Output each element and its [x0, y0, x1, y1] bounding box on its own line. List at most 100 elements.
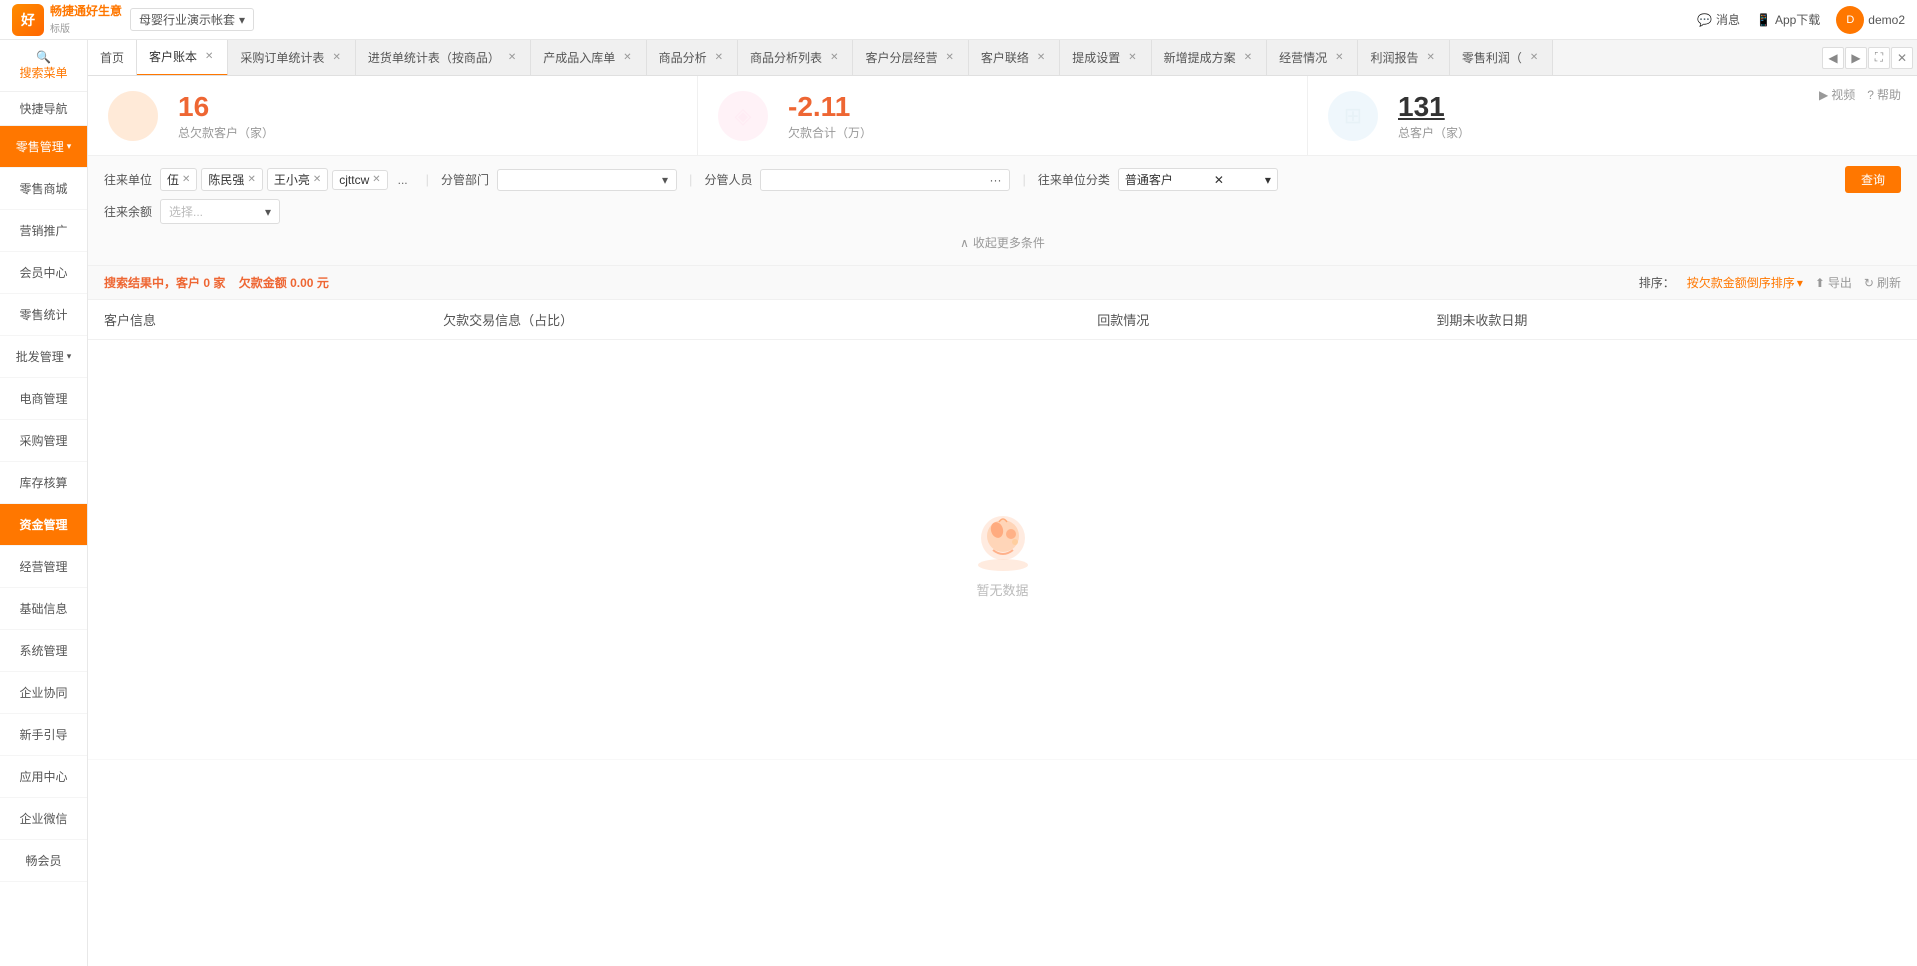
tab-customer-layer[interactable]: 客户分层经营 ✕ [853, 40, 968, 76]
empty-text: 暂无数据 [976, 580, 1028, 599]
tab-more[interactable]: ✕ [1891, 47, 1913, 69]
sidebar-item-inventory-check[interactable]: 库存核算 [0, 462, 87, 504]
sidebar-item-app-center[interactable]: 应用中心 [0, 756, 87, 798]
tab-close-new-raise-plan[interactable]: ✕ [1242, 52, 1254, 63]
tab-close-product-inbound[interactable]: ✕ [621, 52, 633, 63]
tab-product-analysis[interactable]: 商品分析 ✕ [647, 40, 738, 76]
debt-total-label: 欠款合计（万） [788, 124, 872, 141]
more-tags-btn[interactable]: ... [392, 171, 414, 189]
sort-select[interactable]: 按欠款金额倒序排序 ▾ [1687, 274, 1803, 291]
sidebar-item-retail-shop[interactable]: 零售商城 [0, 168, 87, 210]
store-selector[interactable]: 母婴行业演示帐套 ▾ [130, 8, 254, 31]
chevron-up-icon: ∧ [960, 236, 969, 250]
tab-inbound-stats[interactable]: 进货单统计表（按商品） ✕ [356, 40, 531, 76]
tab-close-raise-settings[interactable]: ✕ [1126, 52, 1138, 63]
sidebar-item-marketing[interactable]: 营销推广 [0, 210, 87, 252]
refresh-btn[interactable]: ↻ 刷新 [1864, 274, 1901, 291]
tab-close-product-list[interactable]: ✕ [828, 52, 840, 63]
tab-bar: 首页 客户账本 ✕ 采购订单统计表 ✕ 进货单统计表（按商品） ✕ 产成品入库单… [88, 40, 1917, 76]
empty-icon [963, 500, 1043, 580]
tab-new-raise-plan[interactable]: 新增提成方案 ✕ [1152, 40, 1267, 76]
data-table: 客户信息 欠款交易信息（占比） 回款情况 到期未收款日期 [88, 300, 1917, 760]
balance-label: 往来余额 [104, 203, 152, 220]
tag-cjttcw[interactable]: cjttcw ✕ [332, 170, 387, 190]
tag-close-cjttcw[interactable]: ✕ [372, 174, 380, 185]
sidebar-item-ecommerce-mgmt[interactable]: 电商管理 [0, 378, 87, 420]
sidebar-quick-nav[interactable]: 快捷导航 [0, 92, 87, 126]
tab-operations[interactable]: 经营情况 ✕ [1267, 40, 1358, 76]
tab-profit-report[interactable]: 利润报告 ✕ [1358, 40, 1449, 76]
download-icon: 📱 [1756, 13, 1771, 27]
sidebar-item-enterprise-coop[interactable]: 企业协同 [0, 672, 87, 714]
tag-close-chenminqiang[interactable]: ✕ [247, 174, 255, 185]
tab-close-purchase-order[interactable]: ✕ [330, 52, 342, 63]
message-btn[interactable]: 💬 消息 [1697, 11, 1740, 28]
collapse-btn[interactable]: ∧ 收起更多条件 [104, 230, 1901, 255]
search-label: 搜索菜单 [8, 64, 79, 81]
tab-fullscreen[interactable]: ⛶ [1868, 47, 1890, 69]
sidebar-item-ops-mgmt[interactable]: 经营管理 [0, 546, 87, 588]
tab-home[interactable]: 首页 [88, 40, 137, 76]
result-info: 搜索结果中，客户 0 家 欠款金额 0.00 元 [104, 274, 329, 291]
user-area[interactable]: D demo2 [1836, 6, 1905, 34]
tag-chenminqiang[interactable]: 陈民强 ✕ [201, 168, 262, 191]
tab-close-operations[interactable]: ✕ [1333, 52, 1345, 63]
help-btn[interactable]: ? 帮助 [1867, 86, 1901, 103]
tab-raise-settings[interactable]: 提成设置 ✕ [1060, 40, 1151, 76]
classify-tag-close[interactable]: ✕ [1214, 173, 1224, 187]
dept-dropdown[interactable]: ▾ [497, 169, 677, 191]
tab-retail-profit[interactable]: 零售利润（ ✕ [1450, 40, 1553, 76]
tab-customer-link[interactable]: 客户联络 ✕ [969, 40, 1060, 76]
sidebar-item-enterprise-wechat[interactable]: 企业微信 [0, 798, 87, 840]
stat-block-total-customers: ⊞ 131 总客户（家） ▶ 视频 ? 帮助 [1308, 76, 1917, 155]
classify-tag[interactable]: 普通客户 ✕ ▾ [1118, 168, 1278, 191]
chevron-down-icon: ▾ [67, 351, 72, 362]
tab-close-retail-profit[interactable]: ✕ [1528, 52, 1540, 63]
video-icon: ▶ [1819, 88, 1828, 102]
refresh-icon: ↻ [1864, 276, 1874, 290]
tag-close-wangxiaoliang[interactable]: ✕ [313, 174, 321, 185]
tab-close-customer-layer[interactable]: ✕ [943, 52, 955, 63]
stat-info-debt-customers: 16 总欠款客户（家） [178, 90, 274, 141]
tag-wangxiaoliang[interactable]: 王小亮 ✕ [267, 168, 328, 191]
sidebar-item-system-mgmt[interactable]: 系统管理 [0, 630, 87, 672]
debt-customers-icon: ¥ [108, 91, 158, 141]
tag-close-wu[interactable]: ✕ [182, 174, 190, 185]
export-btn[interactable]: ⬆ 导出 [1815, 274, 1852, 291]
tab-close-product-analysis[interactable]: ✕ [713, 52, 725, 63]
sidebar-search[interactable]: 🔍 搜索菜单 [0, 40, 87, 92]
sidebar: 🔍 搜索菜单 快捷导航 零售管理 ▾ 零售商城 营销推广 会员中心 零售统计 批… [0, 40, 88, 966]
tab-product-list[interactable]: 商品分析列表 ✕ [738, 40, 853, 76]
query-button[interactable]: 查询 [1845, 166, 1901, 193]
tag-wu[interactable]: 伍 ✕ [160, 168, 197, 191]
sidebar-item-retail-mgmt[interactable]: 零售管理 ▾ [0, 126, 87, 168]
app-download-btn[interactable]: 📱 App下载 [1756, 11, 1820, 28]
top-header: 好 畅捷通好生意 标版 母婴行业演示帐套 ▾ 💬 消息 📱 App下载 D de… [0, 0, 1917, 40]
debt-customers-label: 总欠款客户（家） [178, 124, 274, 141]
person-dropdown[interactable]: ··· [760, 169, 1010, 191]
balance-dropdown[interactable]: 选择... ▾ [160, 199, 280, 224]
sidebar-item-member-center[interactable]: 会员中心 [0, 252, 87, 294]
empty-state-row: 暂无数据 [88, 340, 1917, 760]
sidebar-item-wholesale-mgmt[interactable]: 批发管理 ▾ [0, 336, 87, 378]
sidebar-item-new-guide[interactable]: 新手引导 [0, 714, 87, 756]
sidebar-item-basic-info[interactable]: 基础信息 [0, 588, 87, 630]
tab-close-customer-book[interactable]: ✕ [203, 51, 215, 62]
sidebar-item-capital-mgmt[interactable]: 资金管理 [0, 504, 87, 546]
tab-purchase-order[interactable]: 采购订单统计表 ✕ [228, 40, 355, 76]
tab-close-profit-report[interactable]: ✕ [1425, 52, 1437, 63]
col-repayment: 回款情况 [1081, 300, 1420, 340]
message-icon: 💬 [1697, 13, 1712, 27]
classify-dropdown-icon: ▾ [1265, 173, 1271, 187]
tab-scroll-left[interactable]: ◀ [1822, 47, 1844, 69]
sidebar-item-retail-stats[interactable]: 零售统计 [0, 294, 87, 336]
tab-product-inbound[interactable]: 产成品入库单 ✕ [531, 40, 646, 76]
tab-customer-book[interactable]: 客户账本 ✕ [137, 40, 228, 76]
video-help-btn[interactable]: ▶ 视频 [1819, 86, 1855, 103]
sidebar-item-vip-member[interactable]: 畅会员 [0, 840, 87, 882]
sidebar-item-purchase-mgmt[interactable]: 采购管理 [0, 420, 87, 462]
tab-scroll-right[interactable]: ▶ [1845, 47, 1867, 69]
tab-close-customer-link[interactable]: ✕ [1035, 52, 1047, 63]
tab-close-inbound-stats[interactable]: ✕ [506, 52, 518, 63]
tab-nav-buttons: ◀ ▶ ⛶ ✕ [1822, 47, 1917, 69]
